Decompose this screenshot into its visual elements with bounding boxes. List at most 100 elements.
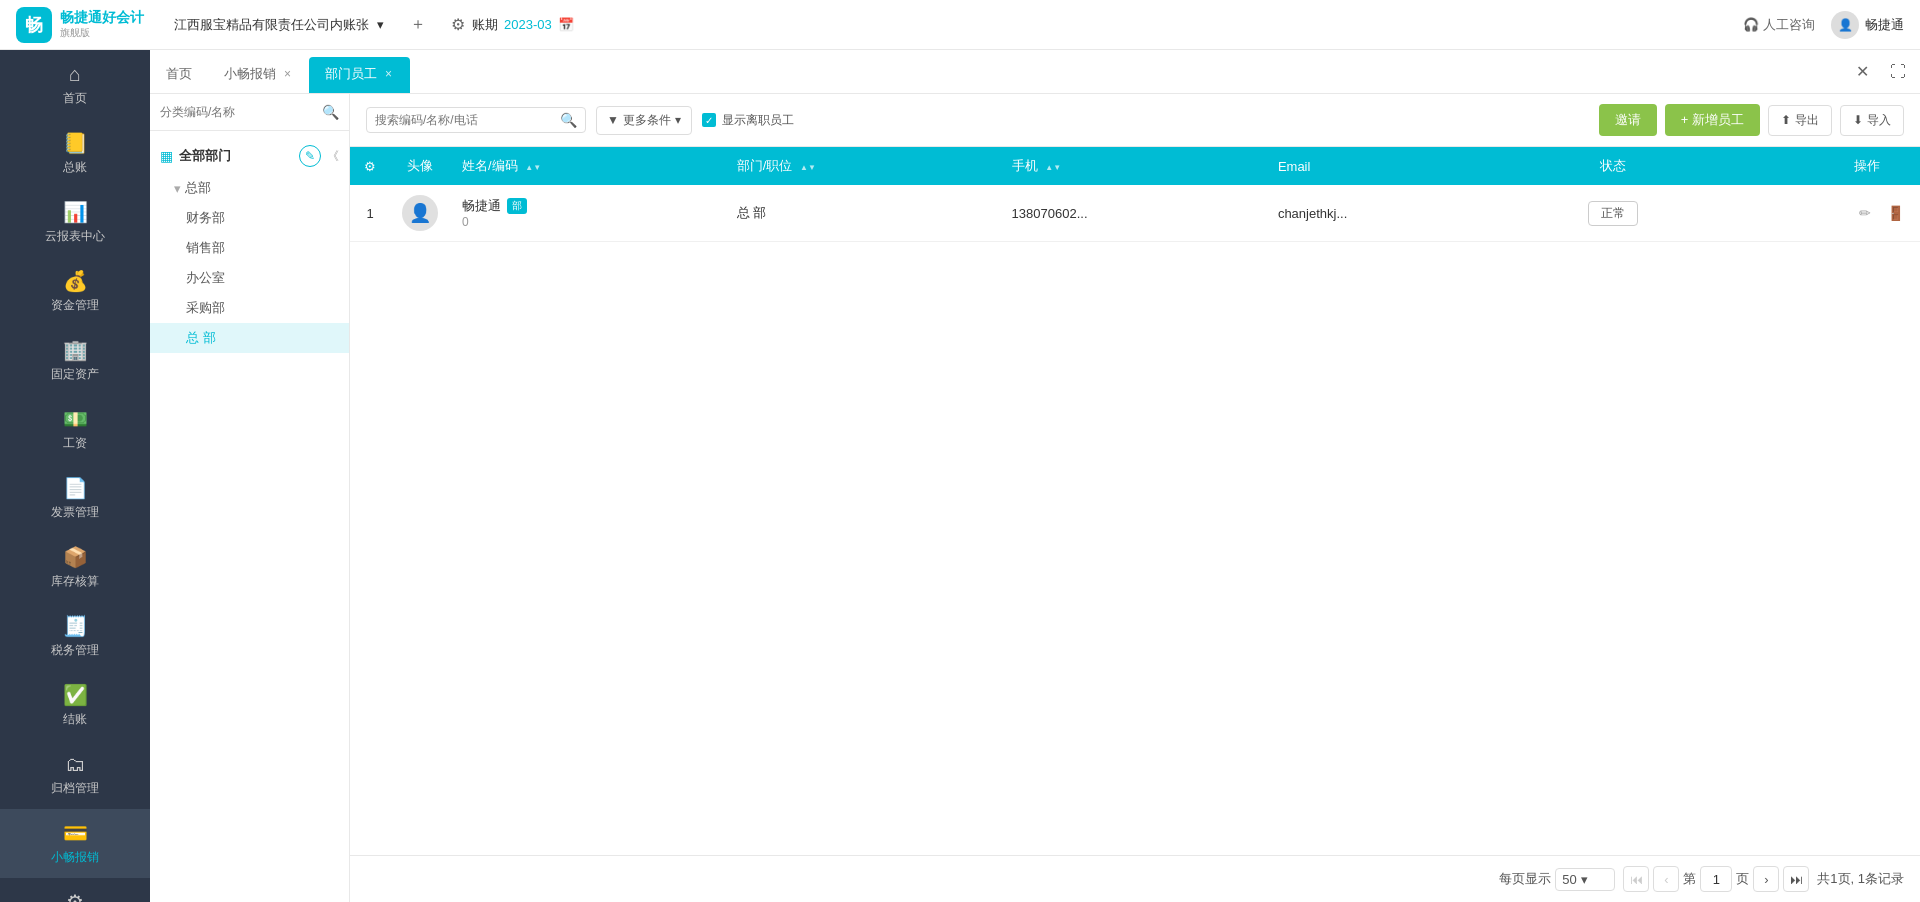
sidebar-item-settlement[interactable]: ✅ 结账 xyxy=(0,671,150,740)
col-phone[interactable]: 手机 ▲▼ xyxy=(1000,147,1266,185)
sidebar-item-invoice[interactable]: 📄 发票管理 xyxy=(0,464,150,533)
sidebar-item-home[interactable]: ⌂ 首页 xyxy=(0,50,150,119)
dept-tree-child-xiaoshoubu[interactable]: 销售部 xyxy=(150,233,349,263)
tab-expense-close[interactable]: × xyxy=(282,65,293,83)
grid-icon: ▦ xyxy=(160,148,173,164)
page-input[interactable] xyxy=(1700,866,1732,892)
sidebar-item-salary-label: 工资 xyxy=(63,435,87,452)
settlement-icon: ✅ xyxy=(63,683,87,707)
show-resigned-label: 显示离职员工 xyxy=(722,112,794,129)
row-phone: 138070602... xyxy=(1000,185,1266,242)
col-actions: 操作 xyxy=(1712,147,1920,185)
total-info: 共1页, 1条记录 xyxy=(1817,870,1904,888)
dept-tree-child-caigoubu[interactable]: 采购部 xyxy=(150,293,349,323)
settings-button[interactable]: ⚙ xyxy=(444,11,472,39)
period-value[interactable]: 2023-03 xyxy=(504,17,552,32)
period-label: 账期 xyxy=(472,16,498,34)
sidebar-item-salary[interactable]: 💵 工资 xyxy=(0,395,150,464)
per-page-label: 每页显示 xyxy=(1499,870,1551,888)
employee-name: 畅捷通 xyxy=(462,197,501,215)
tab-home[interactable]: 首页 xyxy=(150,57,208,93)
employee-name-row: 畅捷通 部 xyxy=(462,197,713,215)
add-employee-button[interactable]: + 新增员工 xyxy=(1665,104,1760,136)
per-page-value: 50 xyxy=(1562,872,1576,887)
pager-last-button[interactable]: ⏭ xyxy=(1783,866,1809,892)
sort-name-icon: ▲▼ xyxy=(525,164,541,172)
invite-button[interactable]: 邀请 xyxy=(1599,104,1657,136)
dept-search-box: 🔍 xyxy=(150,94,349,131)
col-settings[interactable]: ⚙ xyxy=(350,147,390,185)
dept-collapse-icon[interactable]: 《 xyxy=(327,148,339,165)
dept-tree: ▦ 全部部门 ✎ 《 ▾ 总部 财务部 销售部 xyxy=(150,131,349,902)
dept-search-icon[interactable]: 🔍 xyxy=(322,104,339,120)
employee-table-container: ⚙ 头像 姓名/编码 ▲▼ 部门/职位 ▲▼ xyxy=(350,147,1920,855)
import-icon: ⬇ xyxy=(1853,113,1863,127)
page-content: 🔍 ▦ 全部部门 ✎ 《 ▾ 总部 财务部 xyxy=(150,94,1920,902)
sidebar-item-invoice-label: 发票管理 xyxy=(51,504,99,521)
col-name-code[interactable]: 姓名/编码 ▲▼ xyxy=(450,147,725,185)
pager-prev-button[interactable]: ‹ xyxy=(1653,866,1679,892)
dept-tree-child-zongbu-active[interactable]: 总 部 xyxy=(150,323,349,353)
filter-icon: ▼ xyxy=(607,113,619,127)
import-button[interactable]: ⬇ 导入 xyxy=(1840,105,1904,136)
sidebar-item-reports[interactable]: 📊 云报表中心 xyxy=(0,188,150,257)
export-icon: ⬆ xyxy=(1781,113,1791,127)
employee-search-input[interactable] xyxy=(375,113,554,127)
tab-bumenyuangong[interactable]: 部门员工 × xyxy=(309,57,410,93)
sidebar-item-basic-settings[interactable]: ⚙ 基础设置 xyxy=(0,878,150,902)
all-dept-header[interactable]: ▦ 全部部门 ✎ 《 xyxy=(150,139,349,173)
calendar-icon[interactable]: 📅 xyxy=(558,17,574,32)
add-tab-button[interactable]: ＋ xyxy=(404,11,432,39)
sidebar-item-archive[interactable]: 🗂 归档管理 xyxy=(0,740,150,809)
sidebar-item-xiaochangbaoxiao[interactable]: 💳 小畅报销 xyxy=(0,809,150,878)
sidebar-item-inventory[interactable]: 📦 库存核算 xyxy=(0,533,150,602)
logo-icon: 畅 xyxy=(16,7,52,43)
edit-action-icon[interactable]: ✏ xyxy=(1855,203,1875,223)
sidebar-item-settlement-label: 结账 xyxy=(63,711,87,728)
employee-search-icon[interactable]: 🔍 xyxy=(560,112,577,128)
headset-icon: 🎧 xyxy=(1743,17,1759,32)
col-dept-position[interactable]: 部门/职位 ▲▼ xyxy=(725,147,1000,185)
pager-buttons: ⏮ ‹ 第 页 › ⏭ xyxy=(1623,866,1809,892)
company-selector[interactable]: 江西服宝精品有限责任公司内账张 ▾ xyxy=(166,12,392,38)
employee-search-bar: 🔍 xyxy=(366,107,586,133)
sidebar-item-general-ledger[interactable]: 📒 总账 xyxy=(0,119,150,188)
export-label: 导出 xyxy=(1795,112,1819,129)
content-area: 首页 小畅报销 × 部门员工 × ✕ ⛶ 🔍 xyxy=(150,50,1920,902)
sidebar-item-expense-label: 小畅报销 xyxy=(51,849,99,866)
fullscreen-button[interactable]: ⛶ xyxy=(1884,58,1912,86)
dept-tree-child-caiwubu[interactable]: 财务部 xyxy=(150,203,349,233)
row-actions: ✏ 🚪 xyxy=(1712,185,1920,242)
row-dept: 总 部 xyxy=(725,185,1000,242)
row-name-code: 畅捷通 部 0 xyxy=(450,185,725,242)
page-size-dropdown[interactable]: 50 ▾ xyxy=(1555,868,1615,891)
show-resigned-toggle[interactable]: ✓ 显示离职员工 xyxy=(702,112,794,129)
sidebar-item-tax[interactable]: 🧾 税务管理 xyxy=(0,602,150,671)
user-area[interactable]: 👤 畅捷通 xyxy=(1831,11,1904,39)
dept-tree-child-bangongshi[interactable]: 办公室 xyxy=(150,263,349,293)
sort-dept-icon: ▲▼ xyxy=(800,164,816,172)
sidebar-item-funds[interactable]: 💰 资金管理 xyxy=(0,257,150,326)
pager-first-button[interactable]: ⏮ xyxy=(1623,866,1649,892)
consultant-button[interactable]: 🎧 人工咨询 xyxy=(1743,16,1815,34)
tab-xiaochangbaoxiao[interactable]: 小畅报销 × xyxy=(208,57,309,93)
dept-search-input[interactable] xyxy=(160,105,316,119)
sidebar-item-archive-label: 归档管理 xyxy=(51,780,99,797)
export-button[interactable]: ⬆ 导出 xyxy=(1768,105,1832,136)
filter-button[interactable]: ▼ 更多条件 ▾ xyxy=(596,106,692,135)
dept-zongbu-active-label: 总 部 xyxy=(186,329,216,347)
reports-icon: 📊 xyxy=(63,200,87,224)
expand-icon: ▾ xyxy=(174,181,181,196)
all-dept-label: 全部部门 xyxy=(179,147,231,165)
close-tab-button[interactable]: ✕ xyxy=(1848,58,1876,86)
sidebar-item-fixed-assets[interactable]: 🏢 固定资产 xyxy=(0,326,150,395)
delete-action-icon[interactable]: 🚪 xyxy=(1883,203,1908,223)
pager-next-button[interactable]: › xyxy=(1753,866,1779,892)
action-icons: ✏ 🚪 xyxy=(1724,203,1908,223)
expense-icon: 💳 xyxy=(63,821,87,845)
toolbar-right: 邀请 + 新增员工 ⬆ 导出 ⬇ 导入 xyxy=(1599,104,1904,136)
tab-dept-close[interactable]: × xyxy=(383,65,394,83)
dept-edit-icon[interactable]: ✎ xyxy=(299,145,321,167)
per-page-dropdown-icon: ▾ xyxy=(1581,872,1588,887)
dept-tree-item-zongbu[interactable]: ▾ 总部 xyxy=(150,173,349,203)
